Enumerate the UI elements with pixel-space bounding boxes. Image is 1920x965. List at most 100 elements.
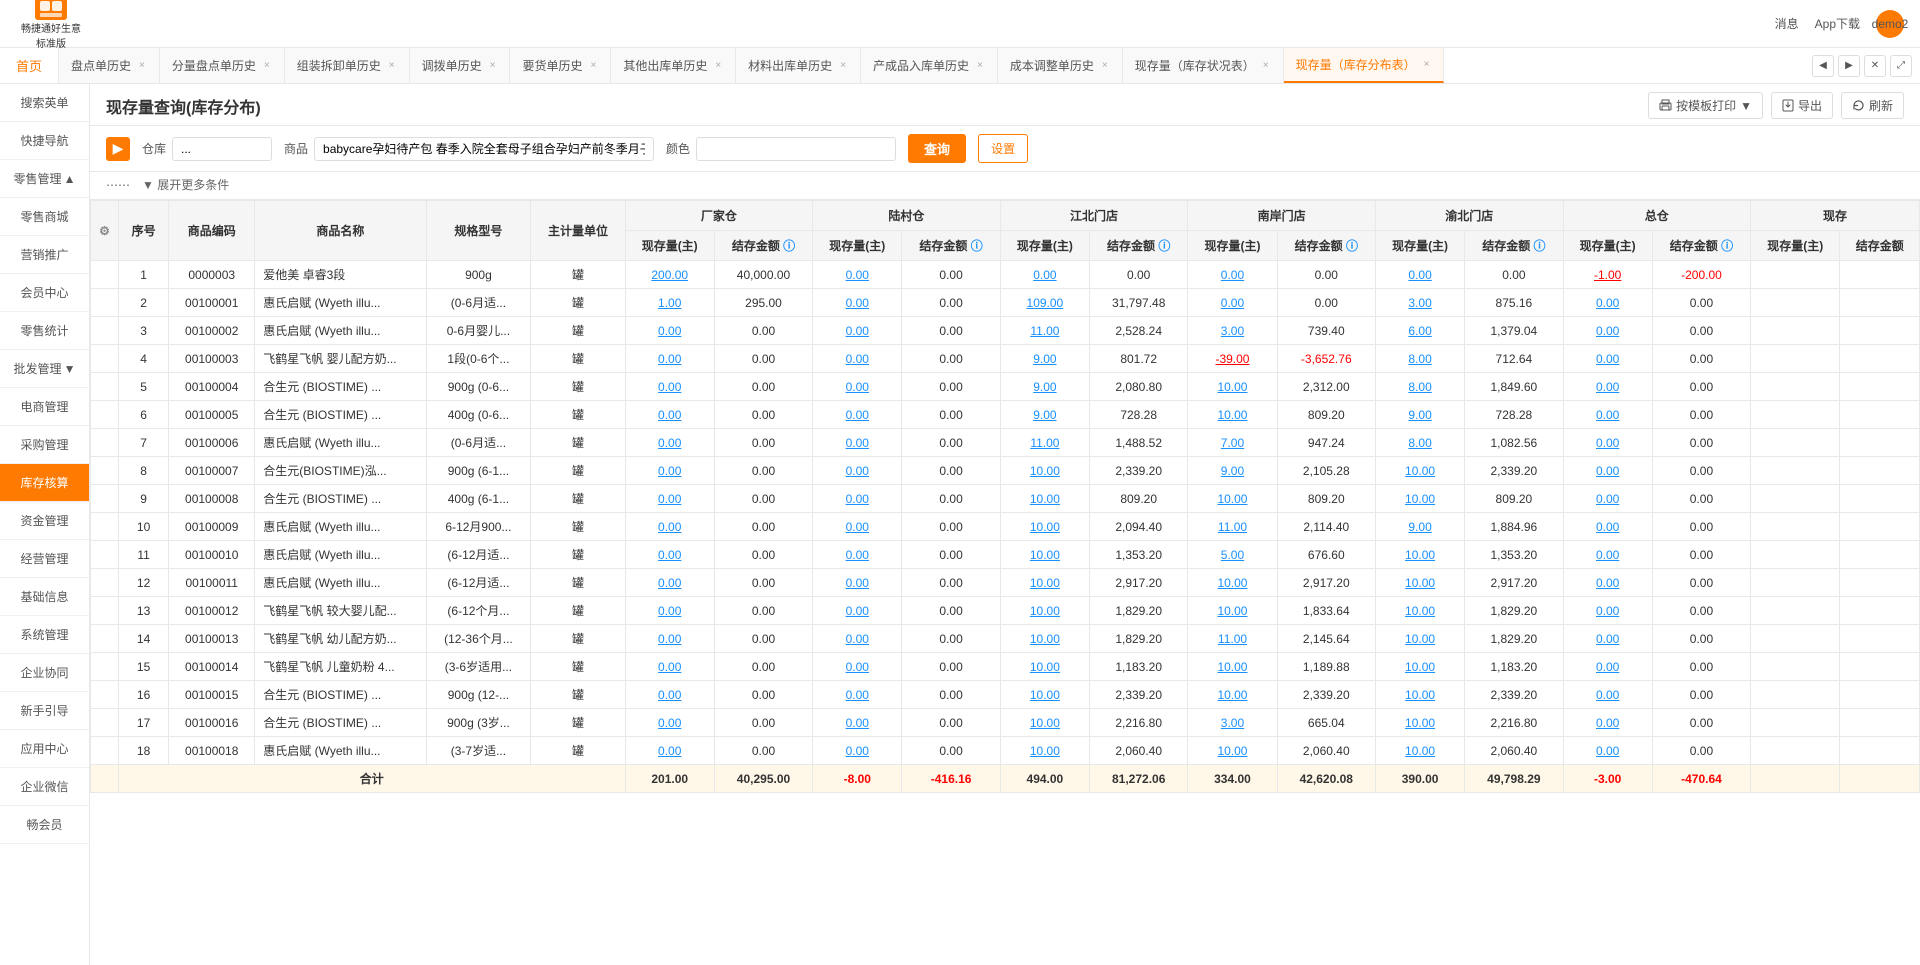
row-na-qty[interactable]: 11.00 [1188,513,1277,541]
row-na-qty[interactable]: 3.00 [1188,317,1277,345]
row-t-qty[interactable]: 0.00 [1563,317,1652,345]
sidebar-item-retail-stats[interactable]: 零售统计 [0,312,89,350]
filter-expand-btn[interactable]: ▶ [106,137,130,161]
row-t-qty[interactable]: -1.00 [1563,261,1652,289]
row-t-qty[interactable]: 0.00 [1563,681,1652,709]
row-jb-qty[interactable]: 10.00 [1000,569,1089,597]
tab-close-11[interactable]: × [1422,58,1432,71]
row-f-qty[interactable]: 0.00 [625,317,714,345]
row-jb-qty[interactable]: 10.00 [1000,597,1089,625]
row-t-qty[interactable]: 0.00 [1563,541,1652,569]
tab-close-8[interactable]: × [975,59,985,72]
row-f-qty[interactable]: 0.00 [625,737,714,765]
row-t-qty[interactable]: 0.00 [1563,457,1652,485]
row-na-qty[interactable]: 10.00 [1188,653,1277,681]
row-f-qty[interactable]: 0.00 [625,457,714,485]
tab-close-7[interactable]: × [838,59,848,72]
row-yb-qty[interactable]: 10.00 [1375,457,1464,485]
row-t-qty[interactable]: 0.00 [1563,513,1652,541]
sidebar-item-vip[interactable]: 畅会员 [0,806,89,844]
row-jb-qty[interactable]: 10.00 [1000,625,1089,653]
row-jb-qty[interactable]: 9.00 [1000,345,1089,373]
row-jb-qty[interactable]: 10.00 [1000,653,1089,681]
app-download-btn[interactable]: App下载 [1815,15,1860,32]
row-l-qty[interactable]: 0.00 [813,653,902,681]
row-yb-qty[interactable]: 10.00 [1375,681,1464,709]
sidebar-item-retail[interactable]: 零售管理 ▲ [0,160,89,198]
tab-item-8[interactable]: 产成品入库单历史 × [861,48,998,83]
more-conditions-btn[interactable]: ⋯⋯ ▼ 展开更多条件 [106,176,229,193]
tab-item-2[interactable]: 分量盘点单历史 × [160,48,285,83]
row-t-qty[interactable]: 0.00 [1563,485,1652,513]
row-na-qty[interactable]: 3.00 [1188,709,1277,737]
row-jb-qty[interactable]: 10.00 [1000,513,1089,541]
row-t-qty[interactable]: 0.00 [1563,625,1652,653]
row-jb-qty[interactable]: 11.00 [1000,429,1089,457]
sidebar-item-basic[interactable]: 基础信息 [0,578,89,616]
row-t-qty[interactable]: 0.00 [1563,653,1652,681]
tab-home[interactable]: 首页 [0,48,59,83]
row-l-qty[interactable]: 0.00 [813,709,902,737]
row-f-qty[interactable]: 0.00 [625,373,714,401]
row-f-qty[interactable]: 0.00 [625,653,714,681]
row-na-qty[interactable]: 7.00 [1188,429,1277,457]
row-yb-qty[interactable]: 8.00 [1375,345,1464,373]
row-t-qty[interactable]: 0.00 [1563,709,1652,737]
sidebar-item-marketing[interactable]: 营销推广 [0,236,89,274]
tab-close-10[interactable]: × [1261,59,1271,72]
row-na-qty[interactable]: 11.00 [1188,625,1277,653]
tab-next-btn[interactable]: ▶ [1838,55,1860,77]
row-l-qty[interactable]: 0.00 [813,597,902,625]
row-jb-qty[interactable]: 10.00 [1000,709,1089,737]
export-btn[interactable]: 导出 [1771,92,1833,119]
row-f-qty[interactable]: 0.00 [625,401,714,429]
sidebar-item-system[interactable]: 系统管理 [0,616,89,654]
tab-item-3[interactable]: 组装拆卸单历史 × [285,48,410,83]
sidebar-item-wholesale[interactable]: 批发管理 ▼ [0,350,89,388]
tab-item-1[interactable]: 盘点单历史 × [59,48,160,83]
row-l-qty[interactable]: 0.00 [813,681,902,709]
row-yb-qty[interactable]: 8.00 [1375,429,1464,457]
query-btn[interactable]: 查询 [908,134,966,163]
row-jb-qty[interactable]: 0.00 [1000,261,1089,289]
row-l-qty[interactable]: 0.00 [813,541,902,569]
row-f-qty[interactable]: 1.00 [625,289,714,317]
tab-close-3[interactable]: × [387,59,397,72]
row-yb-qty[interactable]: 10.00 [1375,653,1464,681]
row-na-qty[interactable]: 0.00 [1188,261,1277,289]
tab-item-5[interactable]: 要货单历史 × [510,48,611,83]
row-na-qty[interactable]: 0.00 [1188,289,1277,317]
row-na-qty[interactable]: 10.00 [1188,737,1277,765]
row-na-qty[interactable]: -39.00 [1188,345,1277,373]
row-na-qty[interactable]: 10.00 [1188,373,1277,401]
sidebar-item-apps[interactable]: 应用中心 [0,730,89,768]
row-yb-qty[interactable]: 10.00 [1375,709,1464,737]
row-l-qty[interactable]: 0.00 [813,317,902,345]
col-settings-icon[interactable]: ⚙ [91,201,119,261]
row-na-qty[interactable]: 10.00 [1188,681,1277,709]
row-t-qty[interactable]: 0.00 [1563,569,1652,597]
row-f-qty[interactable]: 0.00 [625,569,714,597]
row-jb-qty[interactable]: 10.00 [1000,541,1089,569]
tab-close-2[interactable]: × [262,59,272,72]
row-yb-qty[interactable]: 10.00 [1375,737,1464,765]
sidebar-item-guide[interactable]: 新手引导 [0,692,89,730]
row-l-qty[interactable]: 0.00 [813,625,902,653]
sidebar-item-retail-shop[interactable]: 零售商城 [0,198,89,236]
row-yb-qty[interactable]: 10.00 [1375,625,1464,653]
row-f-qty[interactable]: 0.00 [625,709,714,737]
row-yb-qty[interactable]: 10.00 [1375,541,1464,569]
tab-item-9[interactable]: 成本调整单历史 × [998,48,1123,83]
row-jb-qty[interactable]: 10.00 [1000,681,1089,709]
row-t-qty[interactable]: 0.00 [1563,429,1652,457]
tab-close-9[interactable]: × [1100,59,1110,72]
row-jb-qty[interactable]: 10.00 [1000,737,1089,765]
tab-expand-btn[interactable]: ⤢ [1890,55,1912,77]
tab-close-1[interactable]: × [137,59,147,72]
row-l-qty[interactable]: 0.00 [813,345,902,373]
row-f-qty[interactable]: 0.00 [625,597,714,625]
row-f-qty[interactable]: 200.00 [625,261,714,289]
sidebar-item-purchase[interactable]: 采购管理 [0,426,89,464]
row-f-qty[interactable]: 0.00 [625,485,714,513]
row-t-qty[interactable]: 0.00 [1563,401,1652,429]
